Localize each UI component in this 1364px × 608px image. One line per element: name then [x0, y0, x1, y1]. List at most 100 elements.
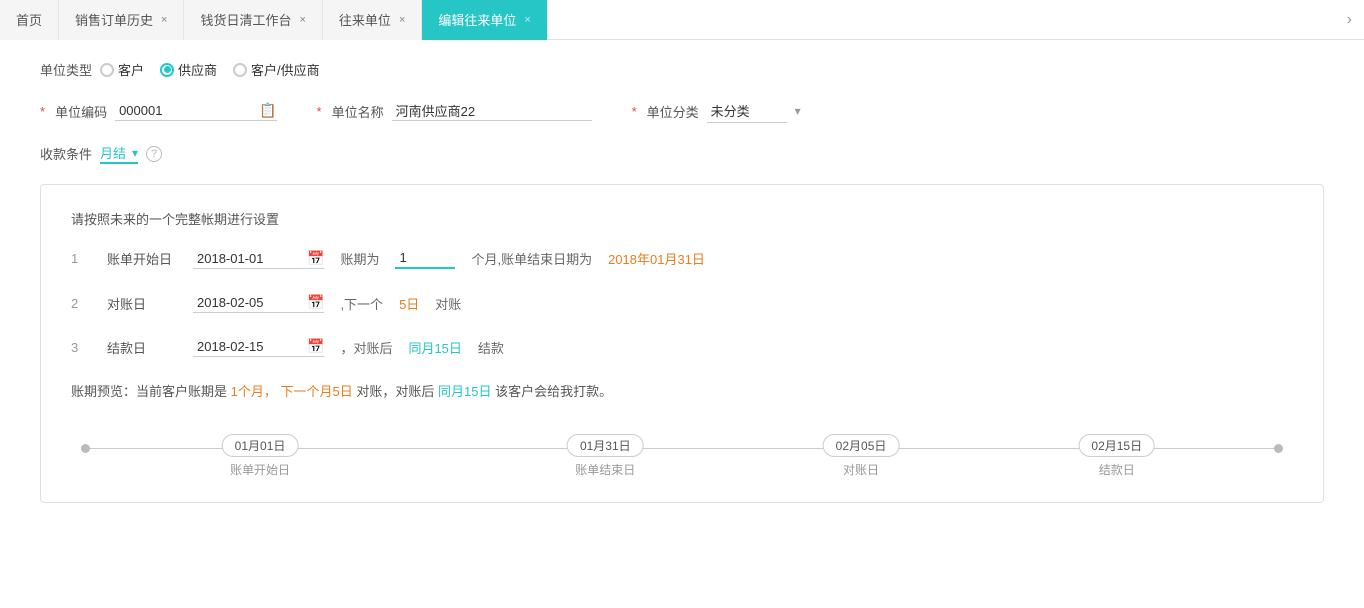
preview-part3: 对账，对账后	[356, 384, 434, 399]
tab-edit-partner[interactable]: 编辑往来单位 ×	[422, 0, 547, 40]
timeline-node-2: 01月31日 账单结束日	[567, 434, 644, 478]
unit-info-row: * 单位编码 📋 * 单位名称 * 单位分类 未分类 ▾	[40, 99, 1324, 123]
payment-condition-value: 月结	[100, 143, 126, 162]
timeline-label-4: 结款日	[1099, 461, 1135, 478]
unit-type-group: 单位类型 客户 供应商 客户/供应商	[40, 60, 320, 79]
tab-home[interactable]: 首页	[0, 0, 59, 40]
preview-part5: 该客户会给我打款。	[495, 384, 612, 399]
unit-type-row: 单位类型 客户 供应商 客户/供应商	[40, 60, 1324, 79]
timeline-label-3: 对账日	[843, 461, 879, 478]
timeline-badge-1: 01月01日	[222, 434, 299, 457]
tab-cash-desk-close[interactable]: ×	[299, 14, 305, 26]
tabs-bar: 首页 销售订单历史 × 钱货日清工作台 × 往来单位 × 编辑往来单位 × ›	[0, 0, 1364, 40]
payment-select-wrapper[interactable]: 月结 ▾	[100, 143, 138, 164]
period-row-1: 1 账单开始日 📅 账期为 个月,账单结束日期为 2018年01月31日	[71, 248, 1293, 269]
unit-name-required: *	[317, 104, 322, 119]
timeline-badge-3: 02月05日	[823, 434, 900, 457]
preview-section: 账期预览：当前客户账期是 1个月， 下一个月5日 对账，对账后 同月15日 该客…	[71, 381, 1293, 434]
radio-both-circle	[233, 63, 247, 77]
preview-part1: 1个月，	[231, 384, 277, 399]
tab-partners-close[interactable]: ×	[399, 14, 405, 26]
tab-edit-partner-label: 编辑往来单位	[438, 10, 516, 29]
unit-code-input[interactable]	[115, 101, 255, 120]
unit-type-label: 单位类型	[40, 60, 92, 79]
unit-category-label: 单位分类	[647, 102, 699, 121]
tab-edit-partner-close[interactable]: ×	[524, 14, 530, 26]
period-row-2-num: 2	[71, 296, 91, 311]
tab-home-label: 首页	[16, 10, 42, 29]
unit-name-label: 单位名称	[332, 102, 384, 121]
period-box: 请按照未来的一个完整帐期进行设置 1 账单开始日 📅 账期为 个月,账单结束日期…	[40, 184, 1324, 503]
payment-row: 收款条件 月结 ▾ ?	[40, 143, 1324, 164]
period-row-2-suffix: 对账	[435, 294, 461, 313]
period-row-2-label: 对账日	[107, 294, 177, 313]
period-reconcile-highlight: 5日	[399, 294, 419, 313]
tab-sales-history-label: 销售订单历史	[75, 10, 153, 29]
timeline-node-1: 01月01日 账单开始日	[222, 434, 299, 478]
period-row-3: 3 结款日 📅 ，对账后 同月15日 结款	[71, 337, 1293, 357]
tab-cash-desk[interactable]: 钱货日清工作台 ×	[184, 0, 322, 40]
period-row-1-suffix: 账期为	[340, 249, 379, 268]
period-row-3-suffix: 结款	[478, 338, 504, 357]
radio-supplier-label: 供应商	[178, 60, 217, 79]
timeline-node-4: 02月15日 结款日	[1078, 434, 1155, 478]
timeline-nodes-row: 01月01日 账单开始日 01月31日 账单结束日 02月05日 对账日 02月…	[81, 434, 1283, 478]
period-start-calendar-icon[interactable]: 📅	[307, 250, 324, 267]
payment-condition-group: 收款条件 月结 ▾ ?	[40, 143, 162, 164]
timeline-label-1: 账单开始日	[230, 461, 290, 478]
radio-supplier[interactable]: 供应商	[160, 60, 217, 79]
period-start-date-wrapper: 📅	[193, 249, 324, 269]
radio-supplier-circle	[160, 63, 174, 77]
unit-name-input[interactable]	[392, 101, 592, 121]
unit-category-dropdown[interactable]: ▾	[795, 104, 801, 118]
unit-code-icon[interactable]: 📋	[259, 102, 276, 119]
unit-code-input-wrapper: 📋	[115, 101, 276, 121]
unit-code-label: 单位编码	[55, 102, 107, 121]
period-payment-highlight: 同月15日	[408, 338, 461, 357]
tab-partners[interactable]: 往来单位 ×	[323, 0, 422, 40]
period-row-1-label: 账单开始日	[107, 249, 177, 268]
radio-customer[interactable]: 客户	[100, 60, 144, 79]
timeline: 01月01日 账单开始日 01月31日 账单结束日 02月05日 对账日 02月…	[71, 434, 1293, 478]
period-end-date-highlight: 2018年01月31日	[608, 249, 705, 268]
payment-help-icon[interactable]: ?	[146, 146, 162, 162]
period-month-input[interactable]	[395, 248, 455, 269]
preview-part4: 同月15日	[438, 384, 491, 399]
timeline-label-2: 账单结束日	[575, 461, 635, 478]
period-reconcile-date-input[interactable]	[193, 293, 303, 312]
tab-sales-history[interactable]: 销售订单历史 ×	[59, 0, 184, 40]
unit-category-value: 未分类	[707, 99, 787, 123]
tab-partners-label: 往来单位	[339, 10, 391, 29]
unit-category-required: *	[632, 104, 637, 119]
period-row-1-suffix2: 个月,账单结束日期为	[471, 249, 592, 268]
period-payment-date-input[interactable]	[193, 337, 303, 356]
unit-category-group: * 单位分类 未分类 ▾	[632, 99, 801, 123]
unit-code-required: *	[40, 104, 45, 119]
preview-label: 账期预览：当前客户账期是	[71, 384, 227, 399]
preview-text: 账期预览：当前客户账期是 1个月， 下一个月5日 对账，对账后 同月15日 该客…	[71, 381, 1293, 400]
period-payment-date-wrapper: 📅	[193, 337, 324, 357]
payment-dropdown-arrow[interactable]: ▾	[132, 146, 138, 160]
radio-customer-label: 客户	[118, 60, 144, 79]
period-row-3-num: 3	[71, 340, 91, 355]
unit-name-group: * 单位名称	[317, 101, 592, 121]
main-content: 单位类型 客户 供应商 客户/供应商 * 单位编码	[0, 40, 1364, 608]
period-row-3-label: 结款日	[107, 338, 177, 357]
timeline-badge-4: 02月15日	[1078, 434, 1155, 457]
period-title: 请按照未来的一个完整帐期进行设置	[71, 209, 1293, 228]
tabs-more-arrow[interactable]: ›	[1335, 11, 1364, 29]
period-row-2: 2 对账日 📅 ,下一个 5日 对账	[71, 293, 1293, 313]
tab-sales-history-close[interactable]: ×	[161, 14, 167, 26]
unit-code-group: * 单位编码 📋	[40, 101, 277, 121]
preview-part2: 下一个月5日	[281, 384, 353, 399]
payment-condition-label: 收款条件	[40, 144, 92, 163]
radio-both[interactable]: 客户/供应商	[233, 60, 320, 79]
radio-customer-circle	[100, 63, 114, 77]
period-reconcile-date-wrapper: 📅	[193, 293, 324, 313]
period-row-3-prefix: ，对账后	[340, 338, 392, 357]
period-reconcile-calendar-icon[interactable]: 📅	[307, 294, 324, 311]
period-payment-calendar-icon[interactable]: 📅	[307, 338, 324, 355]
tab-cash-desk-label: 钱货日清工作台	[200, 10, 291, 29]
period-row-2-prefix: ,下一个	[340, 294, 383, 313]
period-start-date-input[interactable]	[193, 249, 303, 268]
